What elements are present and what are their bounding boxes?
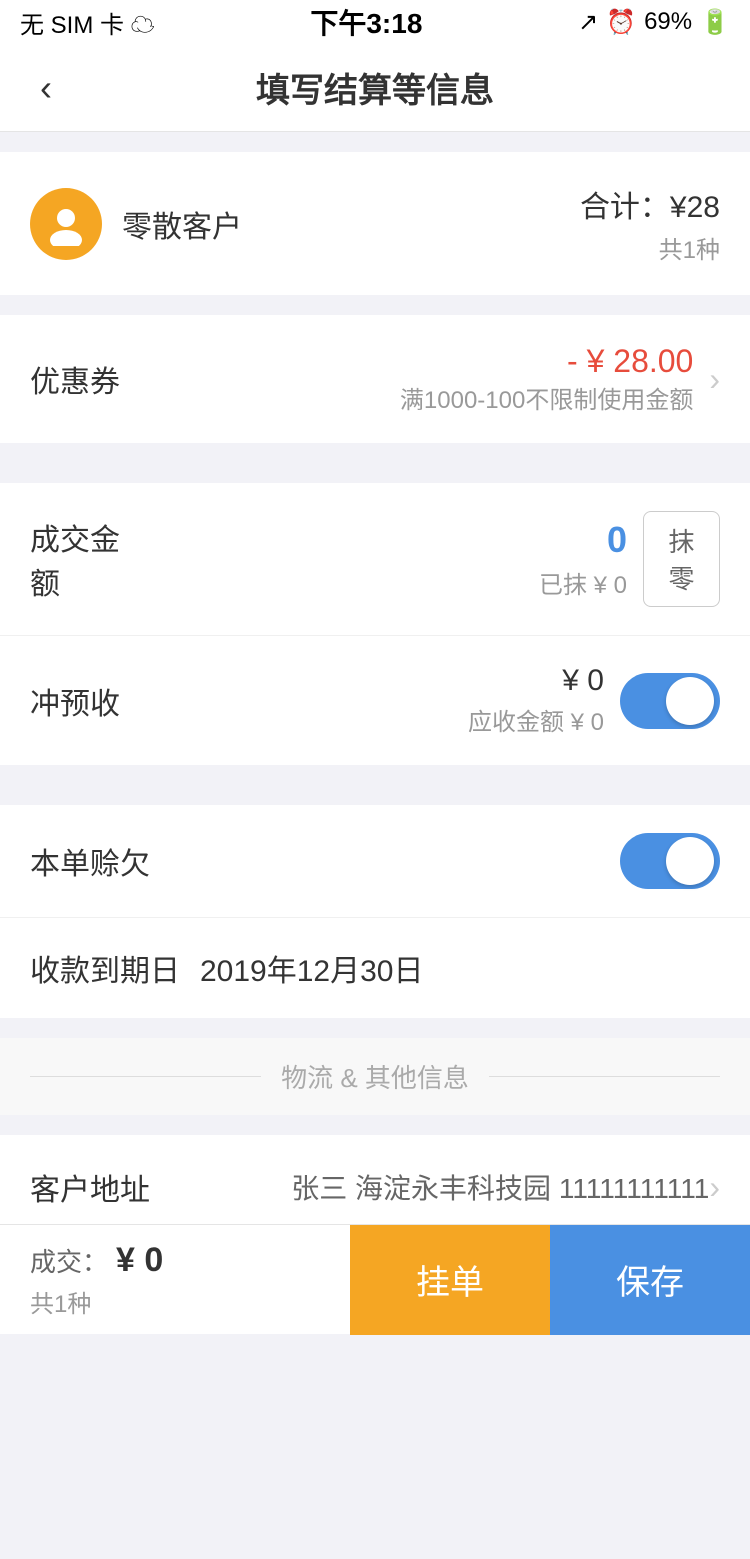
- customer-name: 零散客户: [122, 202, 242, 246]
- debt-toggle[interactable]: [620, 833, 720, 889]
- location-icon: ↗: [578, 8, 598, 37]
- bottom-count: 共1种: [30, 1284, 320, 1319]
- advance-toggle[interactable]: [620, 673, 720, 729]
- main-content: 零散客户 合计：¥28 共1种 优惠券 - ¥ 28.00 满1000-100不…: [0, 152, 750, 1559]
- due-date-value: 2019年12月30日: [200, 946, 423, 990]
- customer-count: 共1种: [580, 230, 720, 265]
- debt-label: 本单赊欠: [30, 839, 150, 883]
- save-button[interactable]: 保存: [550, 1225, 750, 1335]
- transaction-value-block: 已抹 ¥ 0: [145, 519, 627, 600]
- status-time: 下午3:18: [310, 2, 422, 42]
- status-right: ↗ ⏰ 69% 🔋: [578, 8, 730, 37]
- coupon-sub: 满1000-100不限制使用金额: [400, 380, 693, 415]
- debt-toggle-slider: [620, 833, 720, 889]
- transaction-section: 成交金额 已抹 ¥ 0 抹零 冲预收 ¥ 0 应收金额 ¥ 0: [0, 483, 750, 765]
- page-title: 填写结算等信息: [256, 63, 494, 112]
- due-date-row: 收款到期日 2019年12月30日: [0, 917, 750, 1018]
- due-date-label: 收款到期日: [30, 946, 180, 990]
- debt-section: 本单赊欠 收款到期日 2019年12月30日: [0, 805, 750, 1018]
- bottom-deal-label: 成交：: [30, 1242, 108, 1279]
- transaction-amount-input[interactable]: [145, 519, 627, 561]
- coupon-section: 优惠券 - ¥ 28.00 满1000-100不限制使用金额 ›: [0, 315, 750, 443]
- battery-text: 69%: [644, 8, 692, 36]
- coupon-label: 优惠券: [30, 357, 120, 401]
- signal-text: 无 SIM 卡 ☁: [20, 5, 155, 40]
- back-button[interactable]: ‹: [30, 57, 62, 119]
- hang-order-button[interactable]: 挂单: [350, 1225, 550, 1335]
- advance-label: 冲预收: [30, 679, 120, 723]
- advance-toggle-slider: [620, 673, 720, 729]
- logistics-title: 物流 & 其他信息: [261, 1058, 489, 1095]
- address-chevron-icon: ›: [709, 1169, 720, 1206]
- nav-bar: ‹ 填写结算等信息: [0, 44, 750, 132]
- customer-info-left: 零散客户: [30, 188, 242, 260]
- coupon-row[interactable]: 优惠券 - ¥ 28.00 满1000-100不限制使用金额 ›: [0, 315, 750, 443]
- divider-2: [0, 765, 750, 785]
- customer-total: 合计：¥28: [580, 182, 720, 226]
- coupon-value-block: - ¥ 28.00 满1000-100不限制使用金额: [400, 343, 693, 415]
- status-left: 无 SIM 卡 ☁: [20, 5, 155, 40]
- customer-summary: 合计：¥28 共1种: [580, 182, 720, 265]
- transaction-row: 成交金额 已抹 ¥ 0 抹零: [0, 483, 750, 636]
- alarm-icon: ⏰: [606, 8, 636, 37]
- bottom-info: 成交： ¥ 0 共1种: [0, 1241, 350, 1319]
- already-rounded: 已抹 ¥ 0: [145, 565, 627, 600]
- address-label: 客户地址: [30, 1165, 150, 1209]
- bottom-bar: 成交： ¥ 0 共1种 挂单 保存: [0, 1224, 750, 1334]
- avatar: [30, 188, 102, 260]
- debt-row: 本单赊欠: [0, 805, 750, 917]
- battery-icon: 🔋: [700, 8, 730, 37]
- advance-value-block: ¥ 0 应收金额 ¥ 0: [468, 664, 604, 737]
- advance-row: 冲预收 ¥ 0 应收金额 ¥ 0: [0, 636, 750, 765]
- coupon-right: - ¥ 28.00 满1000-100不限制使用金额 ›: [400, 343, 720, 415]
- status-bar: 无 SIM 卡 ☁ 下午3:18 ↗ ⏰ 69% 🔋: [0, 0, 750, 44]
- logistics-header: 物流 & 其他信息: [0, 1038, 750, 1115]
- advance-value: ¥ 0: [468, 664, 604, 698]
- round-zero-button[interactable]: 抹零: [643, 511, 720, 607]
- advance-sub: 应收金额 ¥ 0: [468, 702, 604, 737]
- divider-3: [0, 1018, 750, 1038]
- transaction-right: 已抹 ¥ 0 抹零: [145, 511, 720, 607]
- coupon-chevron-icon: ›: [709, 361, 720, 398]
- address-value: 张三 海淀永丰科技园 11111111111: [180, 1167, 709, 1207]
- transaction-label: 成交金额: [30, 515, 145, 603]
- advance-right: ¥ 0 应收金额 ¥ 0: [468, 664, 720, 737]
- bottom-amount: ¥ 0: [116, 1241, 163, 1280]
- divider-1: [0, 443, 750, 463]
- customer-card: 零散客户 合计：¥28 共1种: [0, 152, 750, 295]
- coupon-value: - ¥ 28.00: [400, 343, 693, 380]
